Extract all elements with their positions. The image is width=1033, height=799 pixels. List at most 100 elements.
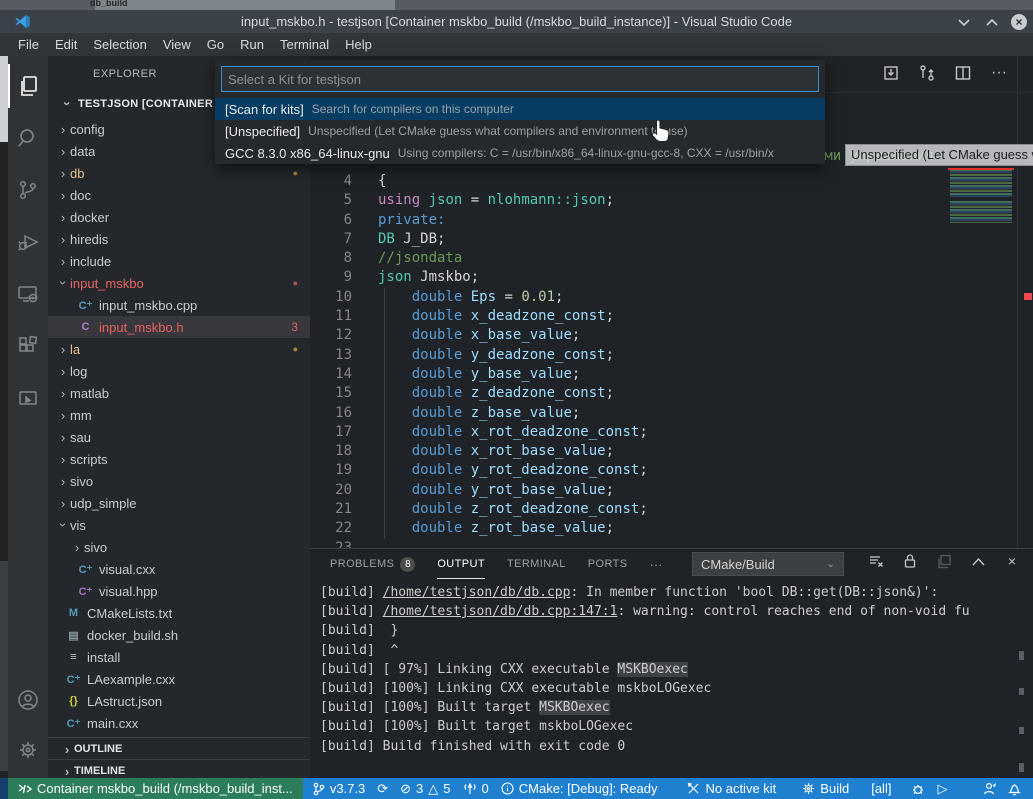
outline-section[interactable]: › OUTLINE <box>48 737 310 760</box>
explorer-icon[interactable] <box>8 64 48 108</box>
minimap[interactable] <box>948 112 1016 272</box>
tree-item-visual.hpp[interactable]: C⁺ visual.hpp <box>48 580 310 602</box>
minimize-icon[interactable] <box>955 13 973 31</box>
ports-button[interactable]: 0 <box>457 778 495 799</box>
panel-tab-problems[interactable]: PROBLEMS 8 <box>330 549 416 579</box>
line-number: 8 <box>343 250 352 267</box>
code-line: 5 using json = nlohmann::json; <box>310 191 950 210</box>
build-target-button[interactable]: [all] <box>865 778 897 799</box>
launch-button[interactable]: ▷ <box>931 778 953 799</box>
tree-item-input_mskbo.cpp[interactable]: C⁺ input_mskbo.cpp <box>48 294 310 316</box>
menu-file[interactable]: File <box>10 37 47 52</box>
tree-item-db[interactable]: › db ● <box>48 162 310 184</box>
tree-item-sivo[interactable]: › sivo <box>48 536 310 558</box>
maximize-icon[interactable] <box>983 13 1001 31</box>
media-panel-icon[interactable] <box>8 376 48 420</box>
menu-terminal[interactable]: Terminal <box>272 37 337 52</box>
tree-item-doc[interactable]: › doc <box>48 184 310 206</box>
tree-item-docker[interactable]: › docker <box>48 206 310 228</box>
more-actions-icon[interactable]: ··· <box>988 62 1010 84</box>
run-and-debug-icon[interactable] <box>8 220 48 264</box>
lock-icon[interactable] <box>901 552 919 570</box>
sync-button[interactable]: ⟳ <box>371 778 394 799</box>
tree-item-CMakeLists.txt[interactable]: M CMakeLists.txt <box>48 602 310 624</box>
quick-pick-item-label: [Unspecified] <box>225 123 301 139</box>
c-header-icon: C <box>81 321 90 333</box>
menu-view[interactable]: View <box>155 37 199 52</box>
build-output[interactable]: [build] /home/testjson/db/db.cpp: In mem… <box>320 583 970 756</box>
code-text: private: <box>378 211 446 228</box>
cpp-icon: C⁺ <box>78 299 93 312</box>
menu-go[interactable]: Go <box>199 37 232 52</box>
tree-item-vis[interactable]: › vis <box>48 514 310 536</box>
remote-indicator[interactable]: Container mskbo_build (/mskbo_build_inst… <box>8 778 303 799</box>
output-channel-select[interactable]: CMake/Build ⌄ <box>692 552 844 576</box>
menu-selection[interactable]: Selection <box>85 37 154 52</box>
maximize-panel-icon[interactable] <box>969 552 987 570</box>
extensions-icon[interactable] <box>8 324 48 368</box>
tree-item-visual.cxx[interactable]: C⁺ visual.cxx <box>48 558 310 580</box>
tree-item-docker_build.sh[interactable]: ▤ docker_build.sh <box>48 624 310 646</box>
quick-pick-input[interactable] <box>221 66 819 92</box>
tree-item-la[interactable]: › la ● <box>48 338 310 360</box>
source-control-icon[interactable] <box>8 168 48 212</box>
tree-item-sivo[interactable]: › sivo <box>48 470 310 492</box>
tree-item-scripts[interactable]: › scripts <box>48 448 310 470</box>
debug-button[interactable] <box>905 778 931 799</box>
cmake-status-button[interactable]: CMake: [Debug]: Ready <box>495 778 664 799</box>
cmake-version-button[interactable]: v3.7.3 <box>307 778 371 799</box>
chevron-right-icon: › <box>64 763 70 779</box>
timeline-section[interactable]: › TIMELINE <box>48 759 310 778</box>
explorer-sidebar: EXPLORER › TESTJSON [CONTAINER MSKBO_BUI… <box>48 56 310 778</box>
tree-item-matlab[interactable]: › matlab <box>48 382 310 404</box>
settings-gear-icon[interactable] <box>8 728 48 772</box>
tree-item-install[interactable]: ≡ install <box>48 646 310 668</box>
line-number: 4 <box>343 173 352 189</box>
tree-item-LAstruct.json[interactable]: {} LAstruct.json <box>48 690 310 712</box>
tree-item-log[interactable]: › log <box>48 360 310 382</box>
tree-item-main.cxx[interactable]: C⁺ main.cxx <box>48 712 310 734</box>
problems-button[interactable]: ⊘ 3 △ 5 <box>394 778 456 799</box>
tree-item-include[interactable]: › include <box>48 250 310 272</box>
tree-item-udp_simple[interactable]: › udp_simple <box>48 492 310 514</box>
quick-pick-item[interactable]: GCC 8.3.0 x86_64-linux-gnu Using compiler… <box>215 142 825 164</box>
file-link[interactable]: /home/testjson/db/db.cpp:147:1 <box>383 604 618 619</box>
open-in-editor-icon[interactable] <box>935 552 953 570</box>
tree-item-input_mskbo[interactable]: › input_mskbo ● <box>48 272 310 294</box>
account-icon[interactable] <box>8 678 48 722</box>
tree-item-sau[interactable]: › sau <box>48 426 310 448</box>
build-button[interactable]: Build <box>796 778 855 799</box>
chevron-down-icon: › <box>56 280 72 285</box>
quick-pick-item[interactable]: [Unspecified] Unspecified (Let CMake gues… <box>215 120 825 142</box>
feedback-button[interactable] <box>976 778 1002 799</box>
menu-edit[interactable]: Edit <box>47 37 85 52</box>
active-kit-button[interactable]: No active kit <box>681 778 782 799</box>
tree-item-input_mskbo.h[interactable]: Cinput_mskbo.h 3 <box>48 316 310 338</box>
output-line: [build] ^ <box>320 642 399 658</box>
menu-help[interactable]: Help <box>337 37 380 52</box>
tree-item-mm[interactable]: › mm <box>48 404 310 426</box>
panel-tab-output[interactable]: OUTPUT <box>437 549 485 579</box>
menu-run[interactable]: Run <box>232 37 272 52</box>
chevron-right-icon: › <box>60 429 66 445</box>
file-link[interactable]: /home/testjson/db/db.cpp <box>383 585 571 600</box>
tree-item-label: docker <box>70 209 110 225</box>
quick-pick-item[interactable]: [Scan for kits] Search for compilers on t… <box>215 98 825 120</box>
code-lines: 4{5 using json = nlohmann::json; 6 private:… <box>310 172 950 548</box>
run-build-icon[interactable] <box>880 62 902 84</box>
compare-changes-icon[interactable] <box>916 62 938 84</box>
panel-tab-terminal[interactable]: TERMINAL <box>507 549 566 579</box>
tree-item-LAexample.cxx[interactable]: C⁺ LAexample.cxx <box>48 668 310 690</box>
tree-item-hiredis[interactable]: › hiredis <box>48 228 310 250</box>
notifications-button[interactable] <box>1002 778 1027 799</box>
split-editor-icon[interactable] <box>952 62 974 84</box>
code-line: 15 double z_deadzone_const; <box>310 384 950 403</box>
tree-item-label: input_mskbo <box>70 275 144 291</box>
panel-more-tabs-icon[interactable]: ··· <box>650 557 663 572</box>
chevron-right-icon: › <box>60 451 66 467</box>
search-icon[interactable] <box>8 116 48 160</box>
panel-tab-ports[interactable]: PORTS <box>588 549 628 579</box>
close-icon[interactable]: × <box>1011 13 1027 30</box>
remote-explorer-icon[interactable] <box>8 272 48 316</box>
clear-output-icon[interactable] <box>867 552 885 570</box>
